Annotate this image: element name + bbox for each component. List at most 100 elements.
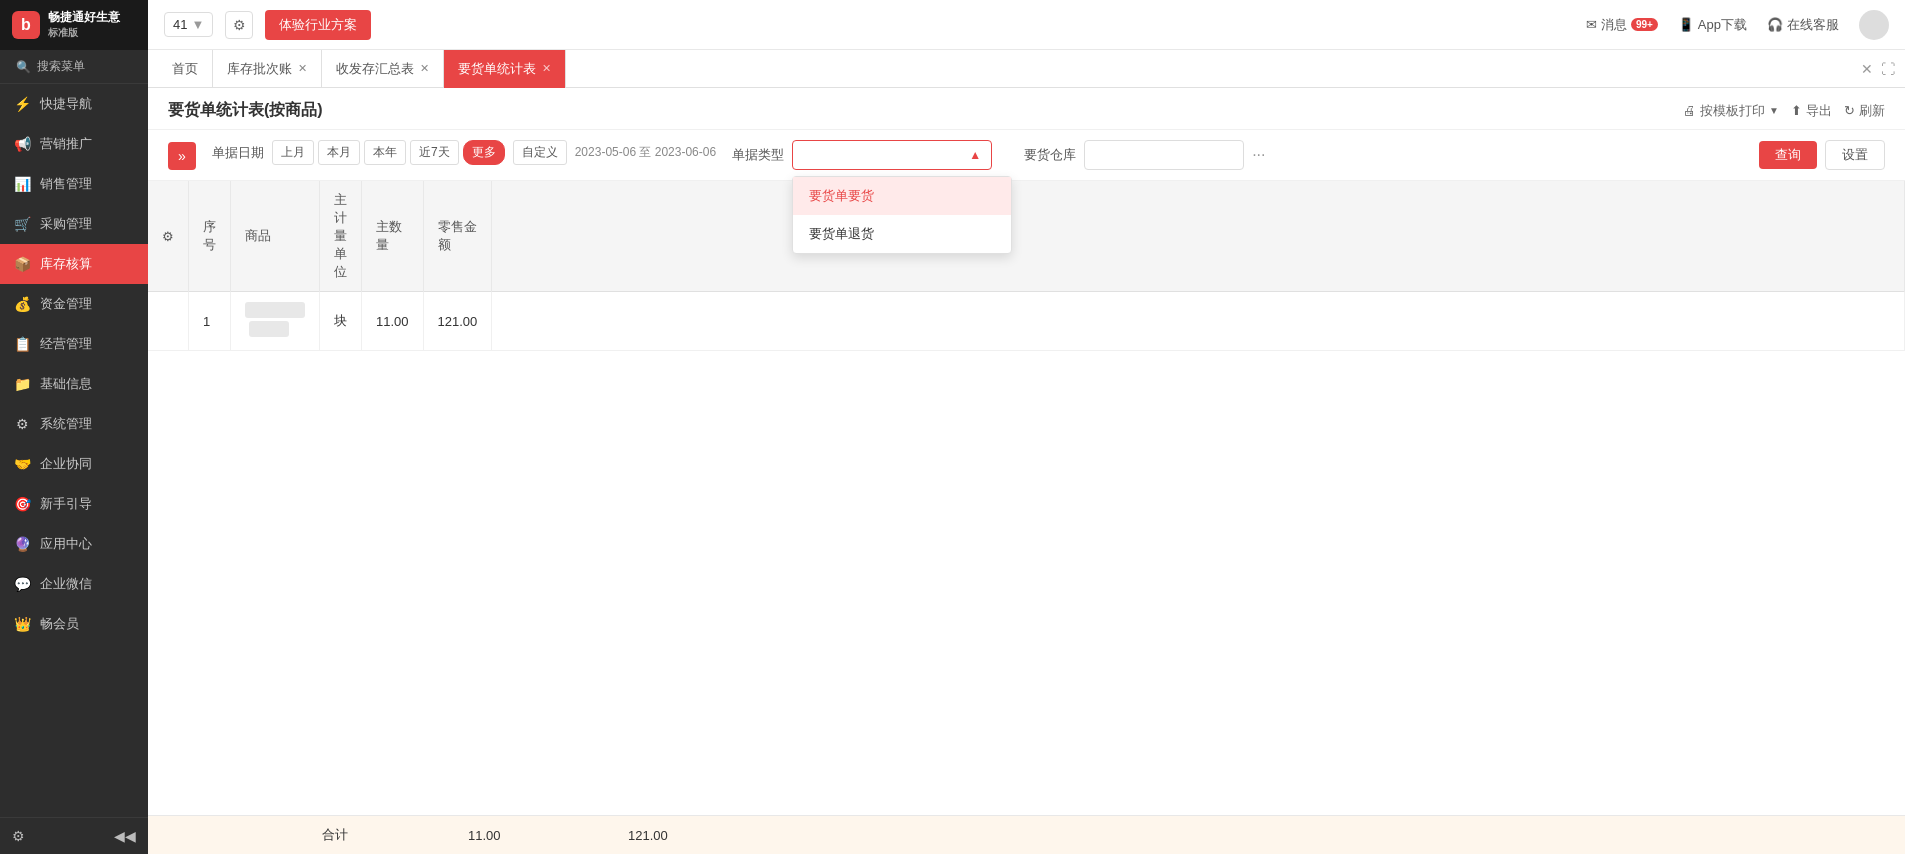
- purchase-icon: 🛒: [12, 214, 32, 234]
- trial-industry-button[interactable]: 体验行业方案: [265, 10, 371, 40]
- filter-bar: » 单据日期 上月 本月 本年 近7天 更多 自定义 2023-05-06 至 …: [148, 130, 1905, 181]
- table-row: 1 块 11.00 121.00: [148, 292, 1905, 351]
- print-template-btn[interactable]: 🖨 按模板打印 ▼: [1683, 102, 1779, 120]
- table-cell-unit: 块: [320, 292, 362, 351]
- message-icon: ✉: [1586, 17, 1597, 32]
- tab-label: 收发存汇总表: [336, 60, 414, 78]
- expand-icon[interactable]: ⛶: [1881, 61, 1895, 77]
- sidebar-item-marketing[interactable]: 📢 营销推广: [0, 124, 148, 164]
- sidebar-search[interactable]: 🔍 搜索菜单: [0, 50, 148, 84]
- sidebar-item-guide[interactable]: 🎯 新手引导: [0, 484, 148, 524]
- dropdown-item-order-return[interactable]: 要货单退货: [793, 215, 1011, 253]
- online-service-label: 在线客服: [1787, 16, 1839, 34]
- settings-button[interactable]: 设置: [1825, 140, 1885, 170]
- sidebar-item-label: 畅会员: [40, 615, 79, 633]
- operation-icon: 📋: [12, 334, 32, 354]
- sidebar-item-basic[interactable]: 📁 基础信息: [0, 364, 148, 404]
- table-cell-settings: [148, 292, 189, 351]
- sidebar: b 畅捷通好生意 标准版 🔍 搜索菜单 ⚡ 快捷导航 📢 营销推广 📊 销售管理…: [0, 0, 148, 854]
- messages-label: 消息: [1601, 16, 1627, 34]
- page-content: 要货单统计表(按商品) 🖨 按模板打印 ▼ ⬆ 导出 ↻ 刷新: [148, 88, 1905, 854]
- date-range-display: 2023-05-06 至 2023-06-06: [575, 144, 716, 161]
- page-header: 要货单统计表(按商品) 🖨 按模板打印 ▼ ⬆ 导出 ↻ 刷新: [148, 88, 1905, 130]
- sidebar-item-purchase[interactable]: 🛒 采购管理: [0, 204, 148, 244]
- date-filter-group: 单据日期 上月 本月 本年 近7天 更多 自定义 2023-05-06 至 20…: [212, 140, 716, 165]
- chevron-down-icon: ▼: [1769, 105, 1779, 116]
- online-service-btn[interactable]: 🎧 在线客服: [1767, 16, 1839, 34]
- sales-icon: 📊: [12, 174, 32, 194]
- table-col-unit: 主计量单位: [320, 181, 362, 292]
- export-btn[interactable]: ⬆ 导出: [1791, 102, 1832, 120]
- sidebar-item-finance[interactable]: 💰 资金管理: [0, 284, 148, 324]
- sidebar-item-inventory[interactable]: 📦 库存核算: [0, 244, 148, 284]
- date-btn-last-7[interactable]: 近7天: [410, 140, 459, 165]
- close-all-icon[interactable]: ✕: [1861, 61, 1873, 77]
- sidebar-item-sales[interactable]: 📊 销售管理: [0, 164, 148, 204]
- refresh-btn[interactable]: ↻ 刷新: [1844, 102, 1885, 120]
- tab-close-icon[interactable]: ✕: [542, 62, 551, 75]
- collapse-icon: ◀◀: [114, 828, 136, 844]
- sidebar-item-label: 快捷导航: [40, 95, 92, 113]
- footer-label: 合计: [322, 826, 348, 844]
- logo-sub: 标准版: [48, 26, 120, 40]
- tab-home[interactable]: 首页: [158, 50, 213, 88]
- sidebar-collapse-btn[interactable]: ◀◀: [114, 828, 136, 844]
- sidebar-logo: b 畅捷通好生意 标准版: [0, 0, 148, 50]
- topbar: 41 ▼ ⚙ 体验行业方案 ✉ 消息 99+ 📱 App下载 🎧 在线客服: [148, 0, 1905, 50]
- sidebar-item-quick-nav[interactable]: ⚡ 快捷导航: [0, 84, 148, 124]
- messages-btn[interactable]: ✉ 消息 99+: [1586, 16, 1658, 34]
- inventory-icon: 📦: [12, 254, 32, 274]
- gear-icon: ⚙: [233, 17, 246, 33]
- table-col-extra: [492, 181, 1905, 292]
- sidebar-item-enterprise[interactable]: 🤝 企业协同: [0, 444, 148, 484]
- tab-receive-summary[interactable]: 收发存汇总表 ✕: [322, 50, 444, 88]
- date-btn-this-month[interactable]: 本月: [318, 140, 360, 165]
- settings-gear-button[interactable]: ⚙: [225, 11, 253, 39]
- query-button[interactable]: 查询: [1759, 141, 1817, 169]
- sidebar-item-label: 库存核算: [40, 255, 92, 273]
- table-col-settings[interactable]: ⚙: [148, 181, 189, 292]
- type-select[interactable]: ▲: [792, 140, 992, 170]
- sidebar-item-label: 新手引导: [40, 495, 92, 513]
- table-col-product: 商品: [231, 181, 320, 292]
- tab-close-icon[interactable]: ✕: [298, 62, 307, 75]
- warehouse-select[interactable]: [1084, 140, 1244, 170]
- chevron-down-icon: ▼: [191, 17, 204, 32]
- filter-expand-btn[interactable]: »: [168, 142, 196, 170]
- sidebar-item-system[interactable]: ⚙ 系统管理: [0, 404, 148, 444]
- tab-label: 首页: [172, 60, 198, 78]
- data-table: ⚙ 序号 商品 主计量单位 主数量 零售金额 1: [148, 181, 1905, 351]
- type-select-wrapper: ▲ 要货单要货 要货单退货: [792, 140, 992, 170]
- tab-order-stats[interactable]: 要货单统计表 ✕: [444, 50, 566, 88]
- sidebar-item-wechat[interactable]: 💬 企业微信: [0, 564, 148, 604]
- sidebar-item-appstore[interactable]: 🔮 应用中心: [0, 524, 148, 564]
- print-icon: 🖨: [1683, 103, 1696, 118]
- sidebar-item-label: 应用中心: [40, 535, 92, 553]
- sidebar-item-label: 基础信息: [40, 375, 92, 393]
- date-btn-more[interactable]: 更多: [463, 140, 505, 165]
- page-actions: 🖨 按模板打印 ▼ ⬆ 导出 ↻ 刷新: [1683, 102, 1885, 120]
- date-btn-this-year[interactable]: 本年: [364, 140, 406, 165]
- basic-icon: 📁: [12, 374, 32, 394]
- date-btn-custom[interactable]: 自定义: [513, 140, 567, 165]
- sidebar-item-label: 经营管理: [40, 335, 92, 353]
- topbar-left: 41 ▼ ⚙ 体验行业方案: [164, 10, 371, 40]
- tab-batch-account[interactable]: 库存批次账 ✕: [213, 50, 322, 88]
- table-area: ⚙ 序号 商品 主计量单位 主数量 零售金额 1: [148, 181, 1905, 815]
- app-download-btn[interactable]: 📱 App下载: [1678, 16, 1747, 34]
- marketing-icon: 📢: [12, 134, 32, 154]
- company-selector[interactable]: 41 ▼: [164, 12, 213, 37]
- warehouse-dots[interactable]: ···: [1252, 146, 1265, 164]
- sidebar-item-label: 企业微信: [40, 575, 92, 593]
- sidebar-item-operation[interactable]: 📋 经营管理: [0, 324, 148, 364]
- dropdown-item-order-goods[interactable]: 要货单要货: [793, 177, 1011, 215]
- sidebar-item-member[interactable]: 👑 畅会员: [0, 604, 148, 644]
- user-avatar[interactable]: [1859, 10, 1889, 40]
- date-btn-last-month[interactable]: 上月: [272, 140, 314, 165]
- tab-close-icon[interactable]: ✕: [420, 62, 429, 75]
- sidebar-settings-btn[interactable]: ⚙: [12, 828, 25, 844]
- type-filter-group: 单据类型 ▲ 要货单要货 要货单退货: [732, 140, 992, 170]
- product-code-placeholder: [249, 321, 289, 337]
- topbar-right: ✉ 消息 99+ 📱 App下载 🎧 在线客服: [1586, 10, 1889, 40]
- table-col-quantity: 主数量: [362, 181, 424, 292]
